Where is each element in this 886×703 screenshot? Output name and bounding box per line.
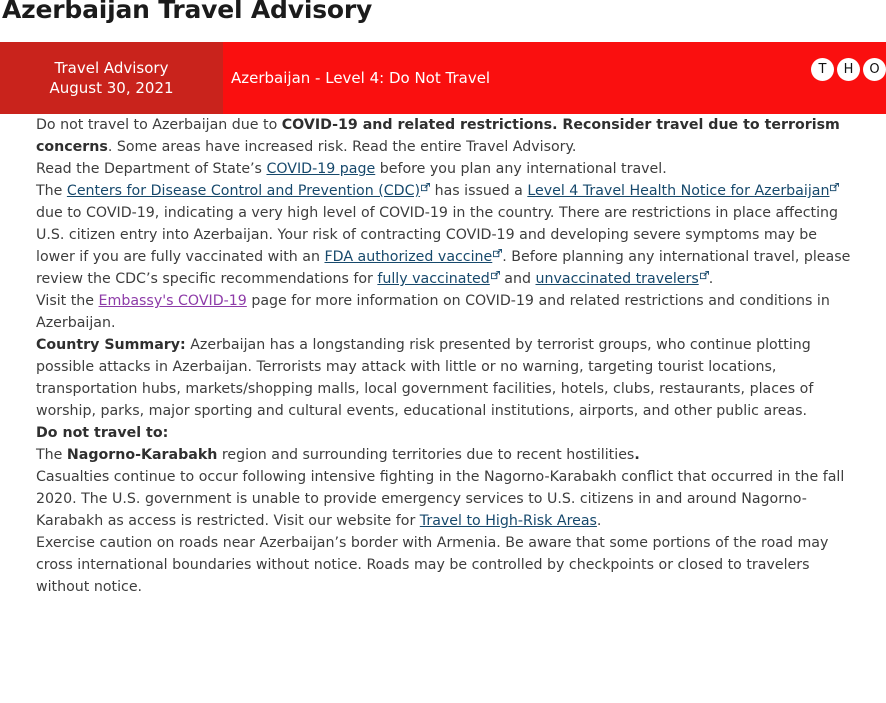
do-not-travel-label: Do not travel to: (36, 425, 169, 441)
paragraph-intro: Do not travel to Azerbaijan due to COVID… (0, 114, 886, 158)
page-title: Azerbaijan Travel Advisory (2, 0, 373, 24)
external-link-icon (830, 183, 840, 192)
level-4-health-notice-link[interactable]: Level 4 Travel Health Notice for Azerbai… (527, 183, 829, 199)
external-link-icon (493, 249, 503, 258)
covid-19-page-link[interactable]: COVID-19 page (266, 161, 375, 177)
other-share-badge[interactable]: O (863, 58, 886, 81)
nagorno-text-b: region and surrounding territories due t… (217, 447, 635, 463)
nagorno-period: . (634, 447, 640, 463)
paragraph-covid-page: Read the Department of State’s COVID-19 … (0, 158, 886, 180)
external-link-icon (490, 271, 500, 280)
cdc-text-e: and (499, 271, 536, 287)
history-share-badge[interactable]: H (837, 58, 860, 81)
paragraph-embassy: Visit the Embassy's COVID-19 page for mo… (0, 290, 886, 334)
advisory-body: Do not travel to Azerbaijan due to COVID… (0, 114, 886, 598)
external-link-icon (421, 183, 431, 192)
cdc-text-a: The (36, 183, 67, 199)
intro-text-b: . Some areas have increased risk. Read t… (107, 139, 577, 155)
share-icons-group: T H O (811, 58, 886, 81)
travel-to-high-risk-areas-link[interactable]: Travel to High-Risk Areas (420, 513, 597, 529)
cdc-link[interactable]: Centers for Disease Control and Preventi… (67, 183, 420, 199)
covid-page-text-b: before you plan any international travel… (375, 161, 667, 177)
embassy-covid-19-link[interactable]: Embassy's COVID-19 (99, 293, 247, 309)
paragraph-do-not-travel-heading: Do not travel to: (0, 422, 886, 444)
fully-vaccinated-link[interactable]: fully vaccinated (377, 271, 489, 287)
nagorno-karabakh-bold: Nagorno-Karabakh (66, 447, 218, 463)
embassy-text-a: Visit the (36, 293, 99, 309)
advisory-banner: Travel Advisory August 30, 2021 Azerbaij… (0, 42, 886, 114)
nagorno-text-a: The (36, 447, 67, 463)
covid-page-text-a: Read the Department of State’s (36, 161, 267, 177)
paragraph-roads: Exercise caution on roads near Azerbaija… (36, 535, 829, 595)
paragraph-cdc: The Centers for Disease Control and Prev… (0, 180, 886, 290)
advisory-meta-panel: Travel Advisory August 30, 2021 (0, 42, 223, 114)
external-link-icon (699, 271, 709, 280)
paragraph-country-summary: Country Summary: Azerbaijan has a longst… (0, 334, 886, 422)
paragraph-casualties: Casualties continue to occur following i… (0, 466, 886, 532)
advisory-meta-label: Travel Advisory (54, 59, 169, 77)
advisory-headline: Azerbaijan - Level 4: Do Not Travel (231, 69, 491, 87)
twitter-share-badge[interactable]: T (811, 58, 834, 81)
cdc-text-b: has issued a (430, 183, 528, 199)
cdc-text-f: . (708, 271, 714, 287)
intro-text-a: Do not travel to Azerbaijan due to (36, 117, 282, 133)
casualties-text-b: . (596, 513, 602, 529)
fda-authorized-vaccine-link[interactable]: FDA authorized vaccine (324, 249, 492, 265)
paragraph-nagorno: The Nagorno-Karabakh region and surround… (0, 444, 886, 466)
advisory-headline-wrap: Azerbaijan - Level 4: Do Not Travel (223, 42, 886, 114)
country-summary-label: Country Summary: (36, 337, 186, 353)
advisory-meta-date: August 30, 2021 (49, 79, 174, 97)
unvaccinated-travelers-link[interactable]: unvaccinated travelers (536, 271, 699, 287)
